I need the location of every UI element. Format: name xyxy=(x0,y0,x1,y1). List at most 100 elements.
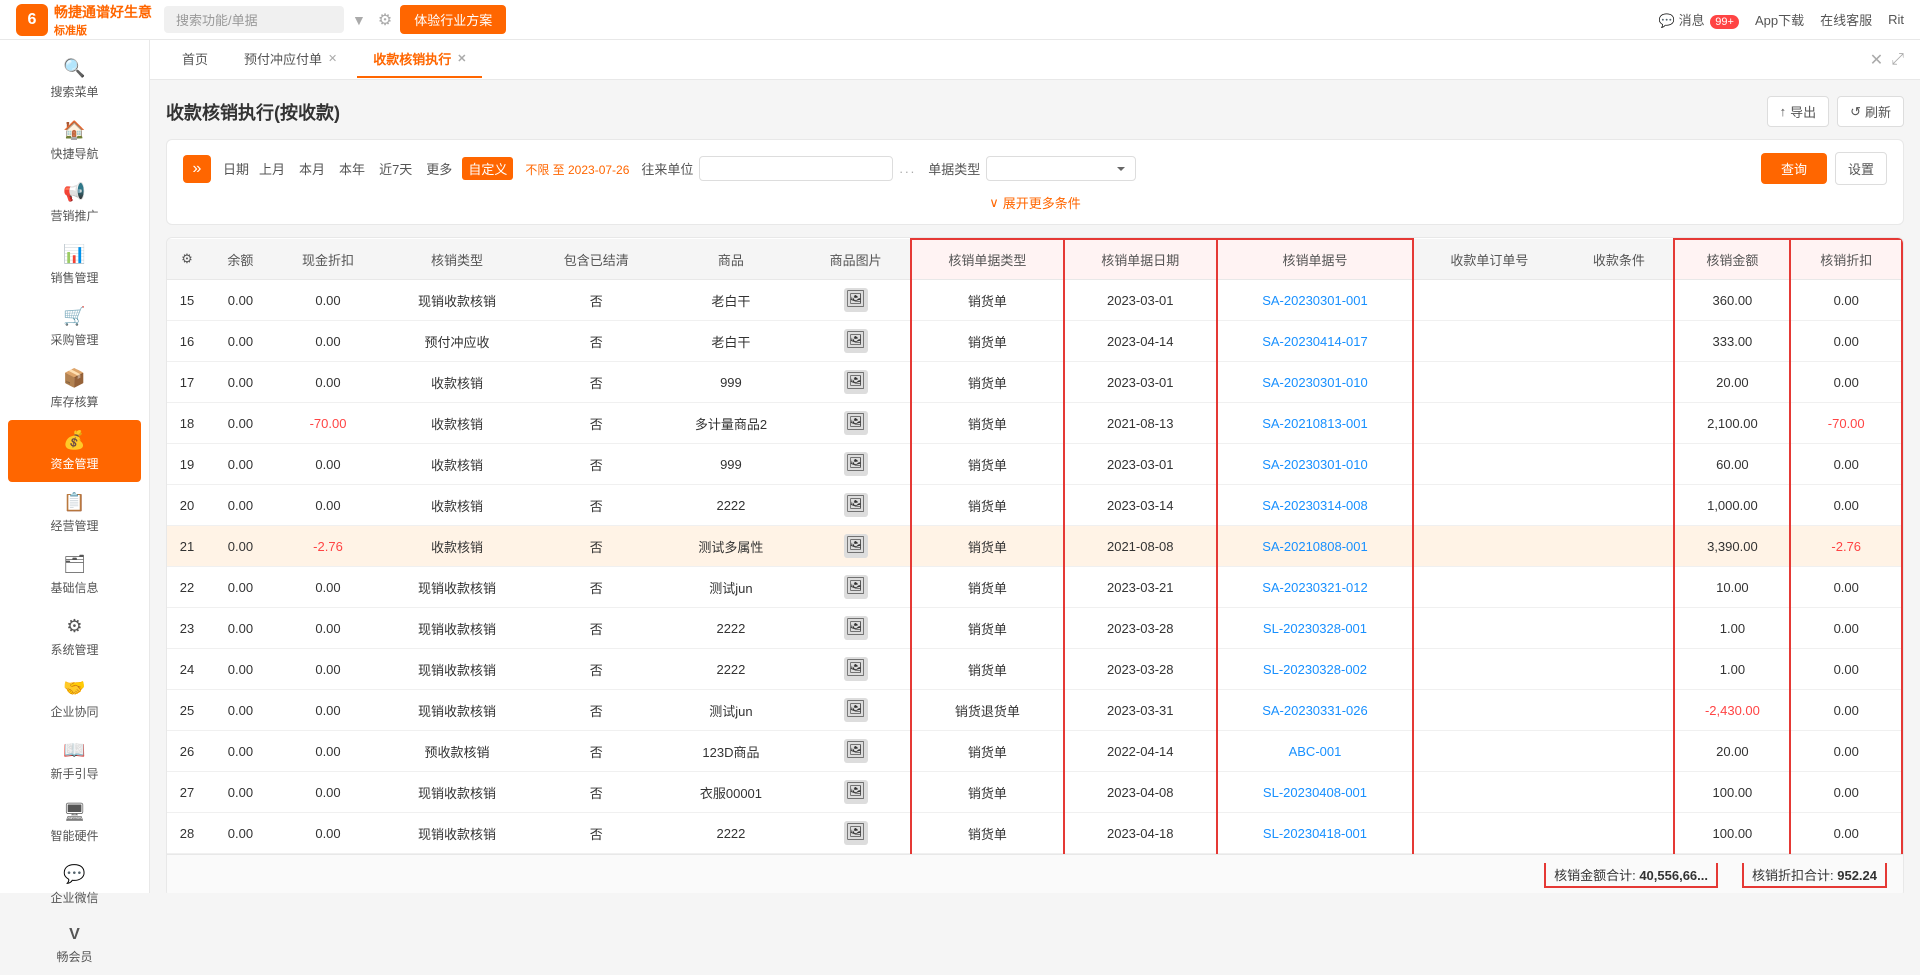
sidebar-item-inventory[interactable]: 📦 库存核算 xyxy=(0,358,149,420)
date-btn-last-7-days[interactable]: 近7天 xyxy=(375,157,416,180)
sidebar-item-purchase[interactable]: 🛒 采购管理 xyxy=(0,296,149,358)
top-bar-left: 搜索功能/单据 ▼ ⚙ 体验行业方案 xyxy=(164,5,1647,34)
th-gear[interactable]: ⚙ xyxy=(167,239,207,280)
filter-actions: 查询 设置 xyxy=(1761,152,1887,185)
cell-verify-doc-type: 销货单 xyxy=(911,608,1064,649)
sidebar-item-marketing[interactable]: 📢 营销推广 xyxy=(0,172,149,234)
cell-id: 15 xyxy=(167,280,207,321)
message-btn[interactable]: 💬 消息 99+ xyxy=(1659,10,1739,29)
verify-doc-link[interactable]: SL-20230328-002 xyxy=(1263,662,1367,677)
sidebar-item-guide[interactable]: 📖 新手引导 xyxy=(0,730,149,792)
sidebar-item-search[interactable]: 🔍 搜索菜单 xyxy=(0,48,149,110)
verify-doc-link[interactable]: SL-20230408-001 xyxy=(1263,785,1367,800)
cell-verify-doc-no[interactable]: SA-20210813-001 xyxy=(1217,403,1414,444)
expand-icon[interactable]: ▼ xyxy=(352,12,366,28)
sidebar-item-enterprise[interactable]: 🤝 企业协同 xyxy=(0,668,149,730)
cell-product-img: 🖼 xyxy=(801,567,911,608)
verify-doc-link[interactable]: SA-20230301-010 xyxy=(1262,375,1368,390)
cell-verify-discount: 0.00 xyxy=(1790,280,1902,321)
cell-product: 999 xyxy=(661,444,801,485)
cell-receipt-order-no xyxy=(1413,608,1564,649)
verify-doc-link[interactable]: SL-20230328-001 xyxy=(1263,621,1367,636)
verify-doc-link[interactable]: SA-20230301-010 xyxy=(1262,457,1368,472)
verify-doc-link[interactable]: SA-20230321-012 xyxy=(1262,580,1368,595)
date-btn-last-month[interactable]: 上月 xyxy=(255,157,289,180)
verify-doc-link[interactable]: SA-20210813-001 xyxy=(1262,416,1368,431)
footer-verify-discount-label: 核销折扣合计: 952.24 xyxy=(1742,863,1887,888)
sidebar-item-system[interactable]: ⚙ 系统管理 xyxy=(0,606,149,668)
cell-receipt-order-no xyxy=(1413,731,1564,772)
cell-cash-discount: 0.00 xyxy=(274,772,382,813)
verify-doc-link[interactable]: ABC-001 xyxy=(1289,744,1342,759)
verify-doc-link[interactable]: SL-20230418-001 xyxy=(1263,826,1367,841)
table-row: 21 0.00 -2.76 收款核销 否 测试多属性 🖼 销货单 2021-08… xyxy=(167,526,1902,567)
export-btn[interactable]: ↑ 导出 xyxy=(1767,96,1830,127)
date-btn-this-year[interactable]: 本年 xyxy=(335,157,369,180)
maximize-window-icon[interactable]: ⤢ xyxy=(1891,51,1904,69)
partner-input[interactable] xyxy=(699,156,893,181)
sidebar-item-hardware[interactable]: 🖥 智能硬件 xyxy=(0,792,149,854)
cell-verify-doc-no[interactable]: SL-20230408-001 xyxy=(1217,772,1414,813)
tab-prepay-close[interactable]: ✕ xyxy=(328,52,337,65)
industry-solution-btn[interactable]: 体验行业方案 xyxy=(400,5,506,34)
verify-doc-link[interactable]: SA-20230331-026 xyxy=(1262,703,1368,718)
date-btn-this-month[interactable]: 本月 xyxy=(295,157,329,180)
sidebar-item-finance[interactable]: 💰 资金管理 xyxy=(8,420,141,482)
inventory-icon: 📦 xyxy=(63,368,85,389)
cell-receipt-order-no xyxy=(1413,567,1564,608)
verify-doc-link[interactable]: SA-20230314-008 xyxy=(1262,498,1368,513)
sidebar-item-sales[interactable]: 📊 销售管理 xyxy=(0,234,149,296)
table-body: 15 0.00 0.00 现销收款核销 否 老白干 🖼 销货单 2023-03-… xyxy=(167,280,1902,854)
table-row: 24 0.00 0.00 现销收款核销 否 2222 🖼 销货单 2023-03… xyxy=(167,649,1902,690)
cell-verify-doc-no[interactable]: SA-20210808-001 xyxy=(1217,526,1414,567)
sidebar-item-wechat[interactable]: 💬 企业微信 xyxy=(0,854,149,916)
date-btn-more[interactable]: 更多 xyxy=(422,157,456,180)
settings-icon[interactable]: ⚙ xyxy=(378,10,392,30)
vip-icon: V xyxy=(69,926,80,944)
app-download-btn[interactable]: App下载 xyxy=(1755,10,1804,29)
sidebar-item-operation[interactable]: 📋 经营管理 xyxy=(0,482,149,544)
cell-verify-doc-no[interactable]: SA-20230321-012 xyxy=(1217,567,1414,608)
cell-product: 2222 xyxy=(661,608,801,649)
tab-receipts-close[interactable]: ✕ xyxy=(457,52,466,65)
sidebar-item-quick-nav[interactable]: 🏠 快捷导航 xyxy=(0,110,149,172)
filter-toggle-btn[interactable]: » xyxy=(183,155,211,183)
cell-verify-doc-no[interactable]: SA-20230314-008 xyxy=(1217,485,1414,526)
refresh-btn[interactable]: ↺ 刷新 xyxy=(1837,96,1904,127)
cell-verify-doc-date: 2023-03-01 xyxy=(1064,280,1217,321)
cell-verify-doc-no[interactable]: SA-20230301-001 xyxy=(1217,280,1414,321)
filter-settings-btn[interactable]: 设置 xyxy=(1835,152,1887,185)
sidebar-item-enterprise-label: 企业协同 xyxy=(50,703,98,720)
cell-verify-type: 预收款核销 xyxy=(382,731,532,772)
verify-doc-link[interactable]: SA-20230301-001 xyxy=(1262,293,1368,308)
cell-verify-doc-no[interactable]: SL-20230328-002 xyxy=(1217,649,1414,690)
cell-include-settled: 否 xyxy=(532,772,661,813)
cell-verify-doc-no[interactable]: SL-20230418-001 xyxy=(1217,813,1414,854)
cell-verify-doc-no[interactable]: SA-20230301-010 xyxy=(1217,444,1414,485)
close-window-icon[interactable]: ✕ xyxy=(1870,50,1883,70)
tab-receipts[interactable]: 收款核销执行 ✕ xyxy=(357,41,482,78)
tab-home[interactable]: 首页 xyxy=(166,41,224,78)
top-search[interactable]: 搜索功能/单据 xyxy=(164,6,344,33)
cell-verify-doc-date: 2023-03-14 xyxy=(1064,485,1217,526)
sidebar-item-vip[interactable]: V 畅会员 xyxy=(0,916,149,975)
cell-verify-doc-no[interactable]: SA-20230331-026 xyxy=(1217,690,1414,731)
cell-balance: 0.00 xyxy=(207,690,274,731)
cell-include-settled: 否 xyxy=(532,403,661,444)
online-support-btn[interactable]: 在线客服 xyxy=(1820,10,1872,29)
marketing-icon: 📢 xyxy=(63,182,85,203)
tab-prepay[interactable]: 预付冲应付单 ✕ xyxy=(228,41,353,78)
date-btn-custom[interactable]: 自定义 xyxy=(462,157,513,180)
cell-verify-type: 预付冲应收 xyxy=(382,321,532,362)
cell-verify-type: 收款核销 xyxy=(382,362,532,403)
cell-verify-doc-no[interactable]: SA-20230414-017 xyxy=(1217,321,1414,362)
cell-verify-doc-no[interactable]: ABC-001 xyxy=(1217,731,1414,772)
cell-verify-doc-no[interactable]: SL-20230328-001 xyxy=(1217,608,1414,649)
query-btn[interactable]: 查询 xyxy=(1761,153,1827,184)
verify-doc-link[interactable]: SA-20210808-001 xyxy=(1262,539,1368,554)
cell-verify-doc-no[interactable]: SA-20230301-010 xyxy=(1217,362,1414,403)
verify-doc-link[interactable]: SA-20230414-017 xyxy=(1262,334,1368,349)
doc-type-select[interactable] xyxy=(986,156,1136,181)
sidebar-item-basic[interactable]: 🗂 基础信息 xyxy=(0,544,149,606)
expand-more-btn[interactable]: ∨ 展开更多条件 xyxy=(183,193,1887,212)
